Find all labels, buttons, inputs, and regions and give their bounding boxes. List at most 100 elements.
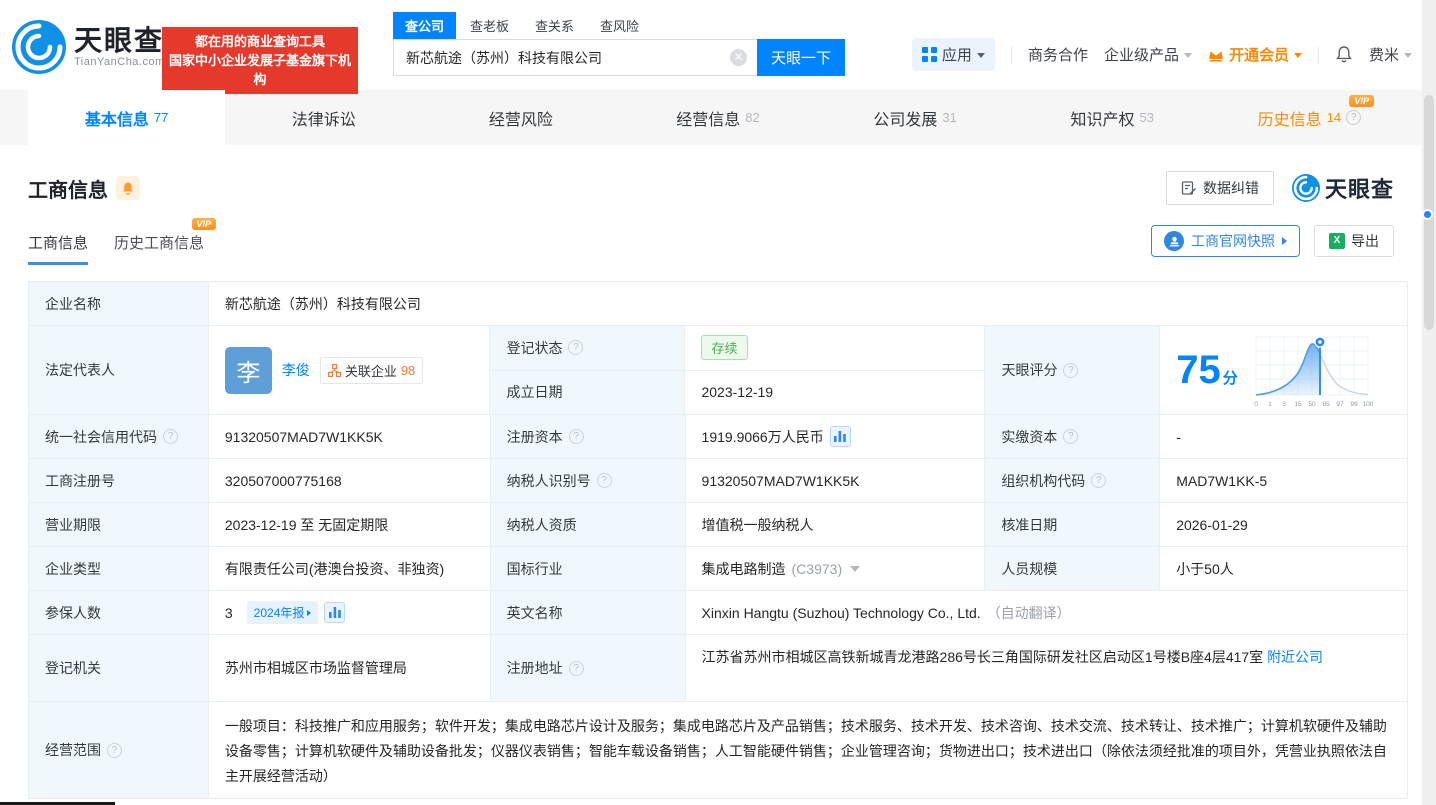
field-label: 注册资本? — [490, 415, 686, 459]
field-label: 统一社会信用代码? — [29, 415, 209, 459]
help-icon[interactable]: ? — [163, 429, 178, 444]
nav-open-vip[interactable]: 开通会员 — [1208, 44, 1302, 65]
industry-code: (C3973) — [791, 560, 843, 577]
insured-chart-icon[interactable] — [324, 602, 346, 623]
notification-bell[interactable] — [1335, 45, 1353, 64]
tab-operation-info[interactable]: 经营信息 82 — [619, 90, 816, 145]
top-header: 天眼查 TianYanCha.com 都在用的商业查询工具 国家中小企业发展子基… — [0, 0, 1436, 94]
main-content: 工商信息 数据纠错 天眼查 工商信息 VIP 历史工商信息 工商官网快照 X 导… — [0, 171, 1422, 799]
table-row: 统一社会信用代码? 91320507MAD7W1KK5K 注册资本? 1919.… — [29, 415, 1408, 459]
paid-capital-value: - — [1160, 415, 1408, 459]
annual-report-badge[interactable]: 2024年报 — [246, 601, 319, 624]
table-row: 法定代表人 李 李俊 关联企业 98 登记状态 ? 存续 成立日期 2023-1… — [29, 326, 1408, 415]
tab-count: 31 — [942, 110, 957, 125]
nearby-companies-link[interactable]: 附近公司 — [1267, 649, 1323, 665]
help-icon[interactable]: ? — [1091, 473, 1107, 488]
tab-history-info[interactable]: VIP 历史信息 14 ? — [1211, 90, 1408, 145]
tab-count: 53 — [1139, 110, 1155, 125]
tab-legal-proceedings[interactable]: 法律诉讼 — [225, 90, 422, 145]
help-icon[interactable]: ? — [107, 742, 122, 758]
brand-name: 天眼查 — [74, 25, 165, 56]
legal-rep-cell: 李 李俊 关联企业 98 — [208, 326, 491, 415]
subscribe-bell-icon[interactable] — [116, 176, 140, 200]
related-label: 关联企业 — [344, 363, 397, 379]
field-label: 企业类型 — [29, 547, 209, 591]
export-button[interactable]: X 导出 — [1314, 225, 1394, 257]
bell-icon — [1336, 46, 1352, 63]
data-correction-button[interactable]: 数据纠错 — [1165, 171, 1274, 205]
nav-cooperation[interactable]: 商务合作 — [1028, 44, 1088, 65]
search-tab-risk[interactable]: 查风险 — [588, 12, 651, 39]
arrow-right-icon — [307, 609, 312, 616]
help-icon[interactable]: ? — [1063, 362, 1079, 378]
tab-basic-info[interactable]: 基本信息 77 — [28, 90, 226, 145]
help-icon[interactable]: ? — [568, 660, 584, 676]
apps-label: 应用 — [941, 47, 972, 64]
tianyancha-logo[interactable]: 天眼查 TianYanCha.com — [12, 20, 165, 74]
tab-intellectual-property[interactable]: 知识产权 53 — [1014, 90, 1211, 145]
section-title: 工商信息 — [28, 179, 108, 202]
search-tab-boss[interactable]: 查老板 — [458, 12, 521, 39]
chevron-down-icon — [1293, 53, 1302, 58]
field-label: 参保人数 — [29, 591, 209, 635]
taxpayer-id-value: 91320507MAD7W1KK5K — [685, 459, 986, 503]
reg-status-cell: 存续 — [685, 326, 986, 371]
business-info-table: 企业名称 新芯航途（苏州）科技有限公司 法定代表人 李 李俊 关联企业 98 登… — [28, 281, 1408, 799]
tab-label: 知识产权 — [1070, 111, 1135, 129]
reg-address-value: 江苏省苏州市相城区高铁新城青龙港路286号长三角国际研发社区启动区1号楼B座4层… — [685, 635, 1408, 702]
company-tabbar: 基本信息 77 法律诉讼 经营风险 经营信息 82 公司发展 31 知识产权 5… — [0, 90, 1422, 145]
chevron-down-icon — [1404, 53, 1412, 58]
score-value: 75 分 — [1176, 348, 1238, 392]
search-tabs: 查公司 查老板 查关系 查风险 — [393, 12, 845, 39]
vip-label: 开通会员 — [1228, 47, 1289, 64]
search-input[interactable] — [393, 39, 757, 76]
field-label: 纳税人识别号? — [490, 459, 686, 503]
search-tab-relation[interactable]: 查关系 — [523, 12, 586, 39]
svg-text:99: 99 — [1350, 401, 1358, 408]
related-companies-badge[interactable]: 关联企业 98 — [319, 356, 424, 384]
company-name-value: 新芯航途（苏州）科技有限公司 — [208, 282, 1408, 326]
tab-operation-risk[interactable]: 经营风险 — [422, 90, 619, 145]
apps-grid-icon — [921, 47, 937, 62]
clear-icon[interactable]: ✕ — [730, 49, 747, 66]
chevron-down-icon — [1183, 53, 1192, 58]
legal-rep-name-link[interactable]: 李俊 — [282, 360, 310, 380]
business-scope-value: 一般项目：科技推广和应用服务；软件开发；集成电路芯片设计及服务；集成电路芯片及产… — [208, 702, 1408, 799]
chevron-down-icon[interactable] — [850, 565, 861, 572]
official-snapshot-button[interactable]: 工商官网快照 — [1151, 225, 1300, 257]
field-label: 企业名称 — [29, 282, 209, 326]
slogan-line2: 国家中小企业发展子基金旗下机构 — [168, 53, 351, 87]
nav-user-menu[interactable]: 费米 — [1369, 44, 1412, 65]
field-label: 核准日期 — [985, 503, 1161, 547]
search-button[interactable]: 天眼一下 — [757, 39, 845, 76]
vip-badge: VIP — [1349, 95, 1374, 107]
snapshot-label: 工商官网快照 — [1191, 233, 1275, 249]
apps-menu[interactable]: 应用 — [911, 38, 995, 71]
approval-date-value: 2026-01-29 — [1160, 503, 1408, 547]
correction-icon — [1181, 181, 1196, 195]
enterprise-label: 企业级产品 — [1103, 47, 1179, 64]
field-label: 工商注册号 — [29, 459, 209, 503]
legal-rep-avatar[interactable]: 李 — [224, 346, 272, 394]
subtab-business-info[interactable]: 工商信息 — [28, 232, 89, 265]
help-icon[interactable]: ? — [596, 473, 612, 488]
data-correction-label: 数据纠错 — [1202, 180, 1259, 196]
side-widget-dot[interactable] — [1422, 209, 1433, 220]
help-icon[interactable]: ? — [568, 340, 584, 356]
capital-chart-icon[interactable] — [829, 426, 851, 447]
tab-company-development[interactable]: 公司发展 31 — [817, 90, 1014, 145]
staff-size-value: 小于50人 — [1160, 547, 1408, 591]
svg-text:85: 85 — [1322, 401, 1330, 408]
business-term-value: 2023-12-19 至 无固定期限 — [208, 503, 491, 547]
table-row: 登记机关 苏州市相城区市场监督管理局 注册地址? 江苏省苏州市相城区高铁新城青龙… — [29, 635, 1408, 702]
svg-text:15: 15 — [1294, 401, 1302, 408]
field-label: 经营范围? — [29, 702, 209, 799]
field-label: 登记机关 — [29, 635, 209, 702]
subtab-history-business-info[interactable]: VIP 历史工商信息 — [114, 218, 217, 265]
help-icon[interactable]: ? — [1346, 110, 1362, 125]
help-icon[interactable]: ? — [568, 429, 584, 444]
help-icon[interactable]: ? — [1063, 429, 1079, 444]
search-tab-company[interactable]: 查公司 — [393, 12, 457, 39]
nav-enterprise-products[interactable]: 企业级产品 — [1104, 44, 1192, 65]
excel-icon: X — [1329, 233, 1345, 249]
